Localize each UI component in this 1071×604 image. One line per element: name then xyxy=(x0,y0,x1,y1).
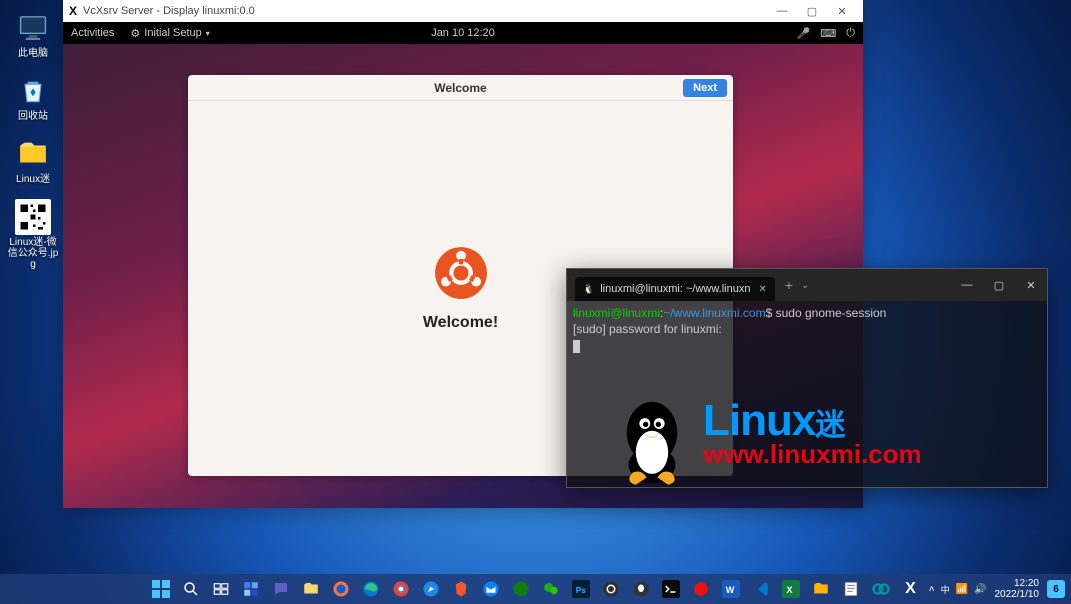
svg-text:Ps: Ps xyxy=(575,586,586,595)
terminal-tab-title: linuxmi@linuxmi: ~/www.linuxn xyxy=(600,283,750,295)
terminal-tab[interactable]: 🐧 linuxmi@linuxmi: ~/www.linuxn ✕ xyxy=(575,277,775,301)
tray-input-icon[interactable]: 中 xyxy=(941,583,950,596)
watermark-overlay: Linux迷 www.linuxmi.com xyxy=(607,396,1037,477)
maximize-button[interactable]: ▢ xyxy=(797,5,827,18)
widgets-button[interactable] xyxy=(238,576,264,602)
desktop-icon-computer[interactable]: 此电脑 xyxy=(5,10,61,59)
prompt-user-host: linuxmi@linuxmi xyxy=(573,306,660,320)
wechat-button[interactable] xyxy=(538,576,564,602)
safari-button[interactable] xyxy=(418,576,444,602)
next-button[interactable]: Next xyxy=(683,79,727,97)
terminal-body[interactable]: linuxmi@linuxmi:~/www.linuxmi.com$ sudo … xyxy=(567,301,1047,487)
new-tab-button[interactable]: + xyxy=(785,277,793,293)
desktop-icons: 此电脑 回收站 Linux迷 Linux迷-微信公众号.jpg xyxy=(5,10,65,284)
taskbar-center: Ps W X X xyxy=(148,574,924,604)
windows-taskbar: Ps W X X ˄ 中 📶 🔊 12:20 2022/1/10 xyxy=(0,574,1071,604)
next-button-label: Next xyxy=(693,82,717,94)
gedit-button[interactable] xyxy=(838,576,864,602)
prompt-suffix: $ xyxy=(766,306,773,320)
brave-button[interactable] xyxy=(448,576,474,602)
initial-setup-menu[interactable]: ⚙ Initial Setup ▾ xyxy=(130,27,209,40)
taskbar-clock[interactable]: 12:20 2022/1/10 xyxy=(995,578,1040,600)
taskbar-date: 2022/1/10 xyxy=(995,589,1040,600)
windows-desktop: 此电脑 回收站 Linux迷 Linux迷-微信公众号.jpg X VcXsrv… xyxy=(0,0,1071,604)
notification-button[interactable]: 6 xyxy=(1047,580,1065,598)
desktop-icon-folder[interactable]: Linux迷 xyxy=(5,136,61,185)
edge-button[interactable] xyxy=(358,576,384,602)
thunderbird-button[interactable] xyxy=(478,576,504,602)
vcxsrv-taskbar-button[interactable]: X xyxy=(898,576,924,602)
terminal-minimize-button[interactable]: — xyxy=(951,279,983,291)
desktop-icon-label: Linux迷 xyxy=(5,174,61,185)
vcxsrv-app-icon: X xyxy=(69,4,77,18)
minimize-button[interactable]: — xyxy=(767,5,797,17)
desktop-icon-label: 回收站 xyxy=(5,111,61,122)
wsl-button[interactable] xyxy=(628,576,654,602)
folder2-button[interactable] xyxy=(808,576,834,602)
desktop-icon-qr[interactable]: Linux迷-微信公众号.jpg xyxy=(5,199,61,270)
tux-tab-icon: 🐧 xyxy=(583,284,594,295)
clock-label[interactable]: Jan 10 12:20 xyxy=(431,27,495,39)
input-method-icon[interactable]: ⌨ xyxy=(820,27,836,40)
welcome-title: Welcome xyxy=(434,81,486,95)
terminal-cursor xyxy=(573,340,580,353)
tray-chevron-icon[interactable]: ˄ xyxy=(929,584,935,595)
notification-count: 6 xyxy=(1053,584,1059,595)
arduino-button[interactable] xyxy=(868,576,894,602)
windows-terminal-window: 🐧 linuxmi@linuxmi: ~/www.linuxn ✕ + ⌄ — … xyxy=(566,268,1048,488)
settings-icon: ⚙ xyxy=(130,27,140,40)
chrome-button[interactable] xyxy=(388,576,414,602)
command-text: sudo gnome-session xyxy=(776,306,887,320)
welcome-header: Welcome Next xyxy=(188,75,733,101)
tab-dropdown-icon[interactable]: ⌄ xyxy=(801,280,809,291)
microphone-icon[interactable]: 🎤 xyxy=(797,27,811,40)
start-button[interactable] xyxy=(148,576,174,602)
prompt-path: ~/www.linuxmi.com xyxy=(663,306,765,320)
xbox-button[interactable] xyxy=(508,576,534,602)
desktop-icon-label: 此电脑 xyxy=(5,48,61,59)
vcxsrv-titlebar[interactable]: X VcXsrv Server - Display linuxmi:0.0 — … xyxy=(63,0,863,22)
search-button[interactable] xyxy=(178,576,204,602)
welcome-text: Welcome! xyxy=(423,314,498,332)
vscode-button[interactable] xyxy=(748,576,774,602)
photoshop-button[interactable]: Ps xyxy=(568,576,594,602)
vcxsrv-title: VcXsrv Server - Display linuxmi:0.0 xyxy=(83,5,255,17)
svg-text:W: W xyxy=(725,585,734,595)
taskbar-time: 12:20 xyxy=(995,578,1040,589)
activities-button[interactable]: Activities xyxy=(71,27,114,39)
terminal-line: linuxmi@linuxmi:~/www.linuxmi.com$ sudo … xyxy=(573,305,1041,321)
gnome-topbar: Activities ⚙ Initial Setup ▾ Jan 10 12:2… xyxy=(63,22,863,44)
tux-icon xyxy=(607,387,697,487)
initial-setup-label: Initial Setup xyxy=(144,27,201,39)
firefox-button[interactable] xyxy=(328,576,354,602)
tray-volume-icon[interactable]: 🔊 xyxy=(974,584,986,595)
svg-text:X: X xyxy=(786,585,792,595)
ubuntu-logo-icon xyxy=(434,246,488,300)
taskbar-tray: ˄ 中 📶 🔊 12:20 2022/1/10 6 xyxy=(929,578,1065,600)
app1-button[interactable] xyxy=(688,576,714,602)
terminal-line: [sudo] password for linuxmi: xyxy=(573,321,1041,337)
explorer-button[interactable] xyxy=(298,576,324,602)
task-view-button[interactable] xyxy=(208,576,234,602)
watermark-url: www.linuxmi.com xyxy=(703,437,922,472)
close-button[interactable]: ✕ xyxy=(827,5,857,18)
power-icon[interactable]: ⏻ xyxy=(846,27,855,40)
obs-button[interactable] xyxy=(598,576,624,602)
terminal-titlebar[interactable]: 🐧 linuxmi@linuxmi: ~/www.linuxn ✕ + ⌄ — … xyxy=(567,269,1047,301)
watermark-brand: Linux迷 xyxy=(703,401,922,441)
chevron-down-icon: ▾ xyxy=(206,29,210,38)
tray-wifi-icon[interactable]: 📶 xyxy=(956,584,968,595)
terminal-maximize-button[interactable]: ▢ xyxy=(983,279,1015,292)
terminal-button[interactable] xyxy=(658,576,684,602)
tab-close-icon[interactable]: ✕ xyxy=(758,284,766,295)
terminal-close-button[interactable]: ✕ xyxy=(1015,279,1047,292)
desktop-icon-label: Linux迷-微信公众号.jpg xyxy=(5,237,61,270)
desktop-icon-recycle[interactable]: 回收站 xyxy=(5,73,61,122)
chat-button[interactable] xyxy=(268,576,294,602)
excel-button[interactable]: X xyxy=(778,576,804,602)
word-button[interactable]: W xyxy=(718,576,744,602)
